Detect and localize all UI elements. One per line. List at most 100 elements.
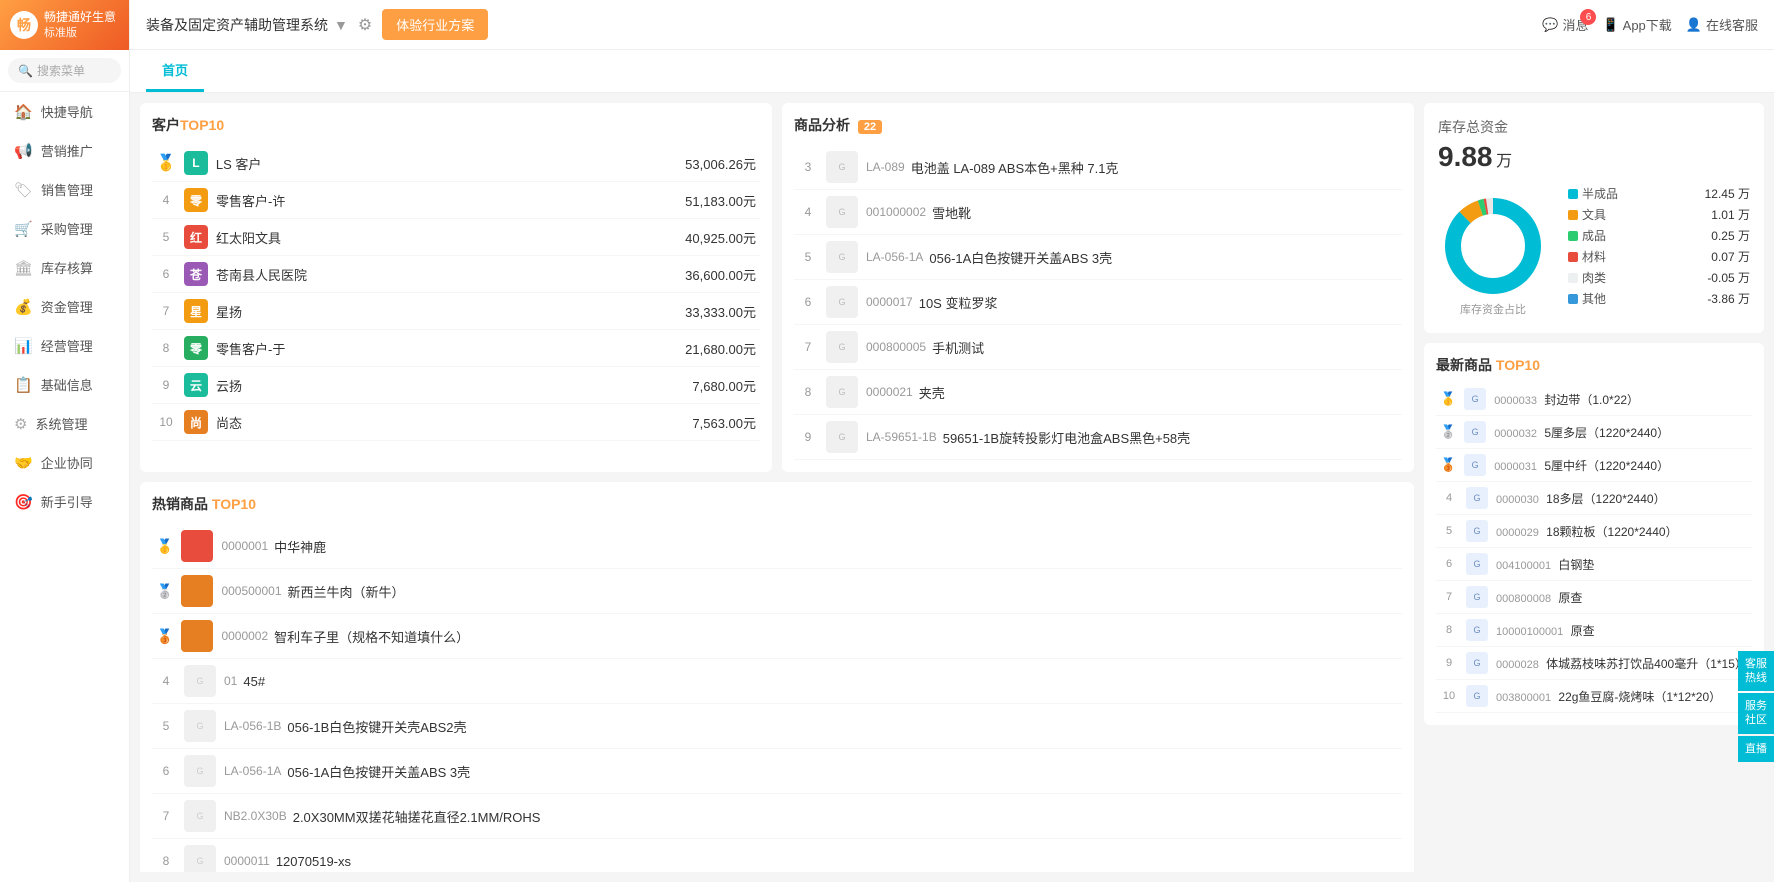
purchase-icon: 🛒 <box>14 220 33 238</box>
product-info: 10000100001 原查 <box>1496 622 1748 639</box>
inventory-amount: 9.88 万 <box>1438 141 1750 173</box>
product-info: LA-089 电池盖 LA-089 ABS本色+黑种 7.1克 <box>866 158 1398 177</box>
operations-icon: 📊 <box>14 337 33 355</box>
product-thumb: G <box>1464 421 1486 443</box>
customer-list-item: 7 星 星扬 33,333.00元 <box>152 293 760 330</box>
product-name: 原查 <box>1558 591 1582 605</box>
inventory-unit: 万 <box>1496 153 1512 170</box>
product-code: LA-089 <box>866 160 905 174</box>
product-info: 0000031 5厘中纤（1220*2440） <box>1494 457 1748 474</box>
legend-name: 文具 <box>1568 206 1606 223</box>
sidebar-item-operations[interactable]: 📊 经营管理 <box>0 326 129 365</box>
customer-name: 零售客户-许 <box>216 191 677 210</box>
product-thumb: G <box>826 241 858 273</box>
product-name: 原查 <box>1571 624 1595 638</box>
product-info: 0000030 18多层（1220*2440） <box>1496 490 1748 507</box>
product-name: 2.0X30MM双搓花轴搓花直径2.1MM/ROHS <box>293 807 541 826</box>
sidebar-item-quicknav[interactable]: 🏠 快捷导航 <box>0 92 129 131</box>
customer-amount: 40,925.00元 <box>685 228 756 247</box>
sidebar-item-finance[interactable]: 💰 资金管理 <box>0 287 129 326</box>
sidebar-item-inventory[interactable]: 🏛 库存核算 <box>0 248 129 287</box>
product-thumb: G <box>1466 520 1488 542</box>
service-icon: 👤 <box>1686 17 1702 33</box>
product-thumb: G <box>184 665 216 697</box>
product-code: 0000017 <box>866 295 913 309</box>
legend-item: 文具 1.01 万 <box>1568 204 1750 225</box>
tab-home[interactable]: 首页 <box>146 50 204 92</box>
legend-item: 肉类 -0.05 万 <box>1568 267 1750 288</box>
legend-dot <box>1568 210 1578 220</box>
float-btn-community[interactable]: 服务 社区 <box>1738 693 1774 734</box>
product-name: 雪地靴 <box>932 203 971 222</box>
customer-avatar: 零 <box>184 188 208 212</box>
customer-name: 零售客户-于 <box>216 339 677 358</box>
product-info: 004100001 白钢垫 <box>1496 556 1748 573</box>
search-input-wrapper[interactable]: 🔍 搜索菜单 <box>8 58 121 83</box>
trial-btn[interactable]: 体验行业方案 <box>382 9 488 40</box>
rank-number: 9 <box>798 430 818 444</box>
logo-text: 畅捷通好生意 标准版 <box>44 10 116 40</box>
product-info: 0000021 夹壳 <box>866 383 1398 402</box>
customer-list-item: 6 苍 苍南县人民医院 36,600.00元 <box>152 256 760 293</box>
float-btn-service[interactable]: 客服 热线 <box>1738 651 1774 692</box>
sidebar-item-label: 新手引导 <box>41 492 93 511</box>
product-code: 0000002 <box>221 629 268 643</box>
legend-item: 成品 0.25 万 <box>1568 225 1750 246</box>
product-thumb: G <box>1464 454 1486 476</box>
customer-avatar: 云 <box>184 373 208 397</box>
product-info: 0000028 体城荔枝味苏打饮品400毫升（1*15） <box>1496 655 1748 672</box>
product-code: LA-056-1A <box>224 764 281 778</box>
product-name: 体城荔枝味苏打饮品400毫升（1*15） <box>1546 657 1747 671</box>
inventory-label: 库存总资金 <box>1438 117 1750 137</box>
settings-icon[interactable]: ⚙ <box>358 15 372 35</box>
system-title: 装备及固定资产辅助管理系统 ▼ <box>146 15 348 35</box>
new-product-list: 🥇 G 0000033 封边带（1.0*22） 🥈 G 0000032 5厘多层… <box>1436 383 1752 713</box>
product-info: LA-056-1A 056-1A白色按键开关盖ABS 3壳 <box>224 762 1398 781</box>
product-name: 白钢垫 <box>1558 558 1594 572</box>
legend-value: -3.86 万 <box>1707 290 1750 307</box>
sidebar-item-label: 基础信息 <box>41 375 93 394</box>
sidebar-item-purchase[interactable]: 🛒 采购管理 <box>0 209 129 248</box>
search-area[interactable]: 🔍 搜索菜单 <box>0 50 129 92</box>
enterprise-icon: 🤝 <box>14 454 33 472</box>
rank-number: 7 <box>798 340 818 354</box>
legend-item: 其他 -3.86 万 <box>1568 288 1750 309</box>
app-download-btn[interactable]: 📱 App下载 <box>1602 15 1671 34</box>
float-btn-live[interactable]: 直播 <box>1738 736 1774 762</box>
product-thumb <box>181 620 213 652</box>
sidebar-item-guide[interactable]: 🎯 新手引导 <box>0 482 129 521</box>
donut-chart: 库存资金占比 <box>1438 191 1548 301</box>
customer-top10-title: 客户TOP10 <box>152 115 760 135</box>
sidebar-item-basic-info[interactable]: 📋 基础信息 <box>0 365 129 404</box>
legend-dot <box>1568 294 1578 304</box>
sidebar-item-sales[interactable]: 🏷 销售管理 <box>0 170 129 209</box>
rank-medal: 🥉 <box>1440 457 1456 473</box>
sales-product-item: 8 G 0000021 夹壳 <box>794 370 1402 415</box>
sidebar-item-system[interactable]: ⚙ 系统管理 <box>0 404 129 443</box>
product-info: 001000002 雪地靴 <box>866 203 1398 222</box>
product-code: 000800005 <box>866 340 926 354</box>
chart-area: 库存资金占比 半成品 12.45 万 文具 1.01 万 成品 0.25 万 材… <box>1438 173 1750 319</box>
sidebar-item-marketing[interactable]: 📢 营销推广 <box>0 131 129 170</box>
main-container: 装备及固定资产辅助管理系统 ▼ ⚙ 体验行业方案 💬 消息 6 📱 App下载 … <box>130 0 1774 882</box>
product-info: 000500001 新西兰牛肉（新牛） <box>221 582 1398 601</box>
product-name: 电池盖 LA-089 ABS本色+黑种 7.1克 <box>911 158 1119 177</box>
product-name: 45# <box>243 674 265 689</box>
inventory-card: 库存总资金 9.88 万 <box>1424 103 1764 333</box>
product-info: 0000017 10S 变粒罗浆 <box>866 293 1398 312</box>
product-thumb: G <box>1466 487 1488 509</box>
product-info: LA-056-1A 056-1A白色按键开关盖ABS 3壳 <box>866 248 1398 267</box>
sidebar-item-label: 系统管理 <box>35 414 87 433</box>
message-badge: 6 <box>1580 9 1596 25</box>
hot-products-card: 热销商品 TOP10 🥇 0000001 中华神鹿 🥈 000500001 新西… <box>140 482 1414 872</box>
rank-number: 4 <box>798 205 818 219</box>
messages-btn[interactable]: 💬 消息 6 <box>1542 15 1588 34</box>
customer-list-item: 10 尚 尚态 7,563.00元 <box>152 404 760 441</box>
product-code: 0000011 <box>224 854 270 868</box>
product-name: 新西兰牛肉（新牛） <box>288 582 405 601</box>
online-service-btn[interactable]: 👤 在线客服 <box>1686 15 1758 34</box>
sales-product-item: 9 G LA-59651-1B 59651-1B旋转投影灯电池盒ABS黑色+58… <box>794 415 1402 460</box>
sidebar-item-enterprise[interactable]: 🤝 企业协同 <box>0 443 129 482</box>
rank-number: 4 <box>156 674 176 688</box>
dropdown-icon[interactable]: ▼ <box>334 17 348 33</box>
